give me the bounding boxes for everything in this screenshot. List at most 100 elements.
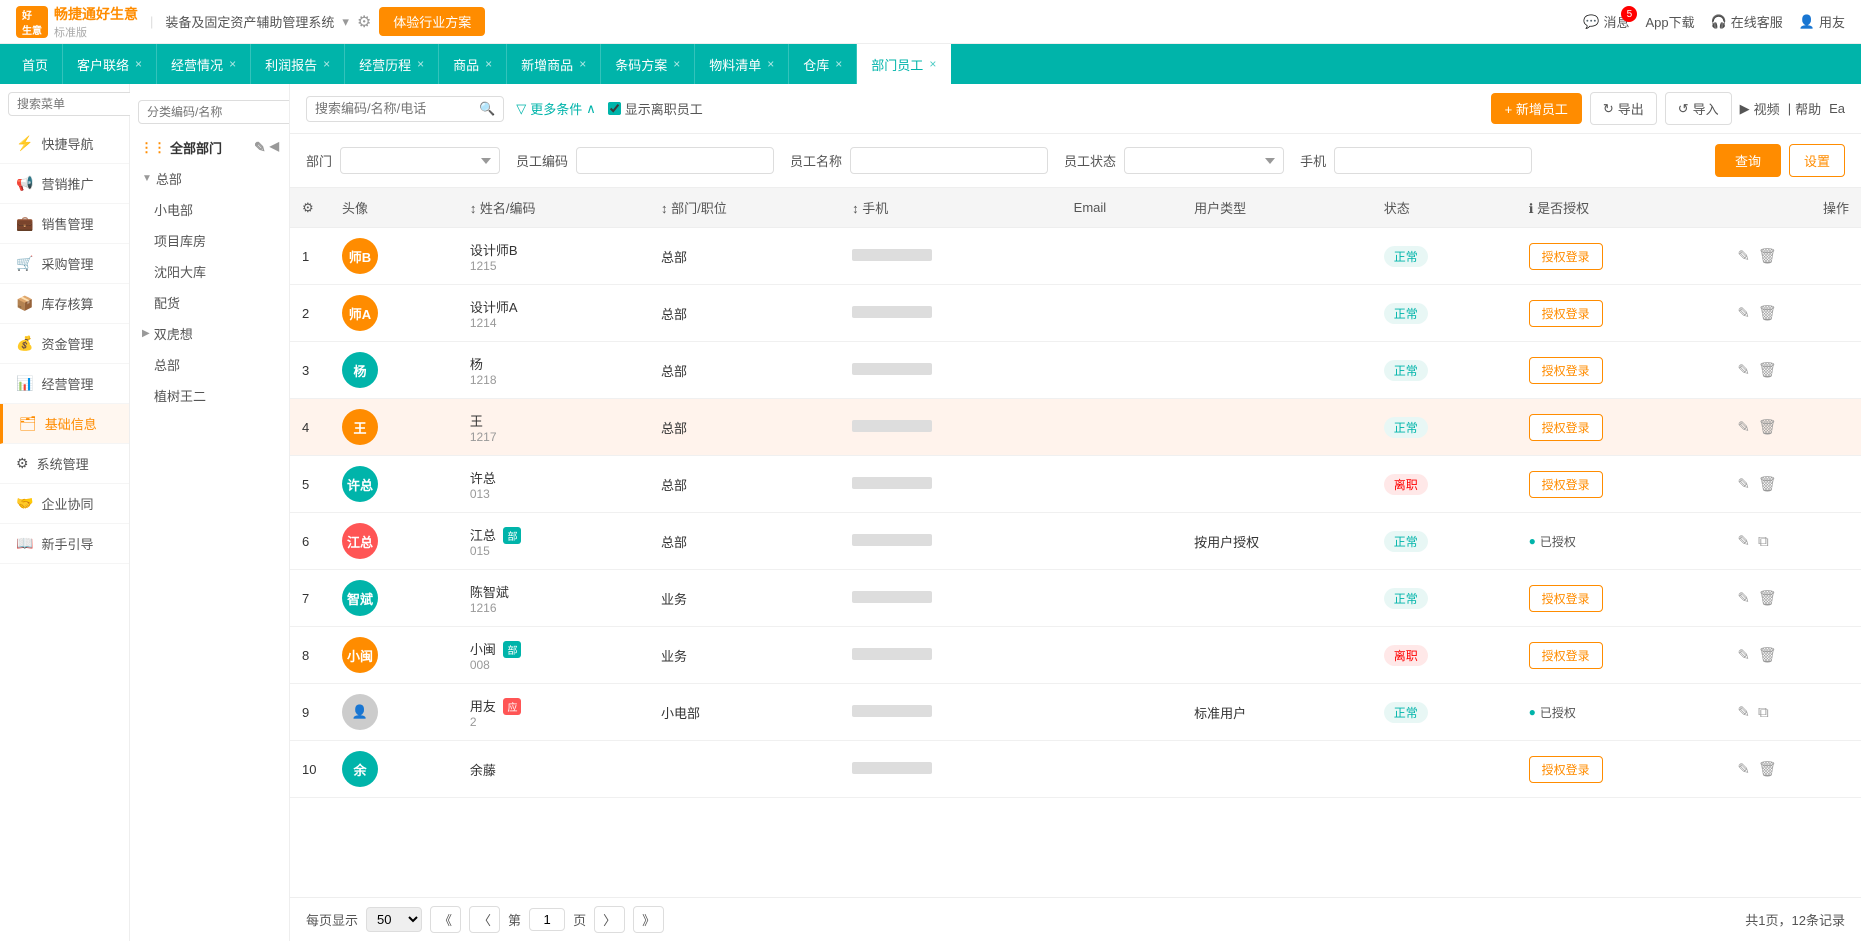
- settings-btn[interactable]: 设置: [1789, 144, 1845, 177]
- close-bom-tab[interactable]: ×: [767, 57, 774, 71]
- sidebar-item-sales[interactable]: 💼 销售管理: [0, 204, 129, 244]
- user-btn[interactable]: 👤 用友: [1799, 12, 1845, 31]
- filter-code-input[interactable]: [576, 147, 774, 174]
- close-barcode-tab[interactable]: ×: [673, 57, 680, 71]
- tab-barcode[interactable]: 条码方案 ×: [601, 44, 695, 84]
- edit-btn[interactable]: ✎: [1737, 475, 1750, 493]
- tab-profit[interactable]: 利润报告 ×: [251, 44, 345, 84]
- edit-btn[interactable]: ✎: [1737, 703, 1750, 721]
- delete-btn[interactable]: 🗑: [1758, 304, 1777, 322]
- more-filter-btn[interactable]: ▽ 更多条件 ∧: [516, 99, 596, 118]
- search-icon[interactable]: 🔍: [479, 101, 495, 117]
- auth-btn[interactable]: 授权登录: [1529, 357, 1603, 384]
- th-dept[interactable]: ↕ 部门/职位: [649, 188, 840, 228]
- auth-btn[interactable]: 授权登录: [1529, 642, 1603, 669]
- next-page-btn[interactable]: 〉: [594, 906, 625, 933]
- close-operation-tab[interactable]: ×: [229, 57, 236, 71]
- dept-edit-icon[interactable]: ✎: [254, 139, 266, 156]
- tab-operation[interactable]: 经营情况 ×: [157, 44, 251, 84]
- edit-btn[interactable]: ✎: [1737, 646, 1750, 664]
- dept-collapse-icon[interactable]: ◀: [270, 139, 279, 156]
- sidebar-item-guide[interactable]: 📖 新手引导: [0, 524, 129, 564]
- search-btn[interactable]: 查询: [1715, 144, 1781, 177]
- sidebar-item-system[interactable]: ⚙ 系统管理: [0, 444, 129, 484]
- tab-employee[interactable]: 部门员工 ×: [857, 44, 951, 84]
- auth-btn[interactable]: 授权登录: [1529, 243, 1603, 270]
- auth-btn[interactable]: 授权登录: [1529, 585, 1603, 612]
- filter-dept-select[interactable]: [340, 147, 500, 174]
- tab-bom[interactable]: 物料清单 ×: [695, 44, 789, 84]
- delete-btn[interactable]: 🗑: [1758, 589, 1777, 607]
- system-dropdown-icon[interactable]: ▾: [342, 14, 349, 30]
- show-resigned-checkbox[interactable]: [608, 102, 621, 115]
- sidebar-item-collab[interactable]: 🤝 企业协同: [0, 484, 129, 524]
- sidebar-item-nav[interactable]: ⚡ 快捷导航: [0, 124, 129, 164]
- sidebar-item-inventory[interactable]: 📦 库存核算: [0, 284, 129, 324]
- last-page-btn[interactable]: 》: [633, 906, 664, 933]
- delete-btn[interactable]: 🗑: [1758, 247, 1777, 265]
- message-btn[interactable]: 💬 消息 5: [1583, 12, 1629, 31]
- th-name[interactable]: ↕ 姓名/编码: [458, 188, 649, 228]
- edit-btn[interactable]: ✎: [1737, 589, 1750, 607]
- auth-btn[interactable]: 授权登录: [1529, 300, 1603, 327]
- close-history-tab[interactable]: ×: [417, 57, 424, 71]
- app-download-btn[interactable]: App下载: [1645, 12, 1694, 31]
- dept-search-input[interactable]: [138, 100, 290, 124]
- edit-btn[interactable]: ✎: [1737, 304, 1750, 322]
- settings-icon[interactable]: ⚙: [357, 12, 371, 32]
- edit-btn[interactable]: ✎: [1737, 247, 1750, 265]
- edit-btn[interactable]: ✎: [1737, 361, 1750, 379]
- auth-btn[interactable]: 授权登录: [1529, 414, 1603, 441]
- sidebar-item-marketing[interactable]: 📢 营销推广: [0, 164, 129, 204]
- dept-item-zongbu2[interactable]: 总部: [130, 349, 289, 380]
- close-employee-tab[interactable]: ×: [929, 57, 936, 71]
- dept-item-xiaodian[interactable]: 小电部: [130, 194, 289, 225]
- trial-btn[interactable]: 体验行业方案: [379, 7, 485, 36]
- edit-btn[interactable]: ✎: [1737, 532, 1750, 550]
- close-goods-tab[interactable]: ×: [485, 57, 492, 71]
- copy-btn[interactable]: ⧉: [1758, 703, 1769, 721]
- export-btn[interactable]: ↻ 导出: [1590, 92, 1657, 125]
- th-phone[interactable]: ↕ 手机: [840, 188, 1062, 228]
- sidebar-item-finance[interactable]: 💰 资金管理: [0, 324, 129, 364]
- close-warehouse-tab[interactable]: ×: [835, 57, 842, 71]
- filter-name-input[interactable]: [850, 147, 1048, 174]
- search-input[interactable]: [315, 101, 475, 116]
- tab-history[interactable]: 经营历程 ×: [345, 44, 439, 84]
- delete-btn[interactable]: 🗑: [1758, 760, 1777, 778]
- auth-btn[interactable]: 授权登录: [1529, 756, 1603, 783]
- sidebar-item-purchase[interactable]: 🛒 采购管理: [0, 244, 129, 284]
- first-page-btn[interactable]: 《: [430, 906, 461, 933]
- close-add-goods-tab[interactable]: ×: [579, 57, 586, 71]
- dept-item-zhishu[interactable]: 植树王二: [130, 380, 289, 411]
- tab-warehouse[interactable]: 仓库 ×: [789, 44, 857, 84]
- th-settings[interactable]: ⚙: [290, 188, 330, 228]
- import-btn[interactable]: ↺ 导入: [1665, 92, 1732, 125]
- dept-item-shuanghu[interactable]: ▶ 双虎想: [130, 318, 289, 349]
- sidebar-item-business[interactable]: 📊 经营管理: [0, 364, 129, 404]
- add-employee-btn[interactable]: + 新增员工: [1491, 93, 1582, 124]
- dept-item-shenyang[interactable]: 沈阳大库: [130, 256, 289, 287]
- copy-btn[interactable]: ⧉: [1758, 532, 1769, 550]
- page-size-select[interactable]: 50 100: [366, 907, 422, 932]
- view-btn[interactable]: ▶ 视频: [1740, 99, 1780, 118]
- close-profit-tab[interactable]: ×: [323, 57, 330, 71]
- online-service-btn[interactable]: 🎧 在线客服: [1711, 12, 1783, 31]
- auth-btn[interactable]: 授权登录: [1529, 471, 1603, 498]
- sidebar-item-basic[interactable]: 🗂 基础信息: [0, 404, 129, 444]
- all-dept-label[interactable]: 全部部门: [170, 138, 222, 157]
- delete-btn[interactable]: 🗑: [1758, 418, 1777, 436]
- page-input[interactable]: [529, 908, 565, 931]
- close-customer-tab[interactable]: ×: [135, 57, 142, 71]
- edit-btn[interactable]: ✎: [1737, 418, 1750, 436]
- tab-customer[interactable]: 客户联络 ×: [63, 44, 157, 84]
- dept-item-peihuo[interactable]: 配货: [130, 287, 289, 318]
- edit-btn[interactable]: ✎: [1737, 760, 1750, 778]
- delete-btn[interactable]: 🗑: [1758, 361, 1777, 379]
- tab-add-goods[interactable]: 新增商品 ×: [507, 44, 601, 84]
- filter-phone-input[interactable]: [1334, 147, 1532, 174]
- tab-home[interactable]: 首页: [8, 44, 63, 84]
- dept-item-xiangmu[interactable]: 项目库房: [130, 225, 289, 256]
- delete-btn[interactable]: 🗑: [1758, 475, 1777, 493]
- dept-item-zongbu[interactable]: ▼ 总部: [130, 163, 289, 194]
